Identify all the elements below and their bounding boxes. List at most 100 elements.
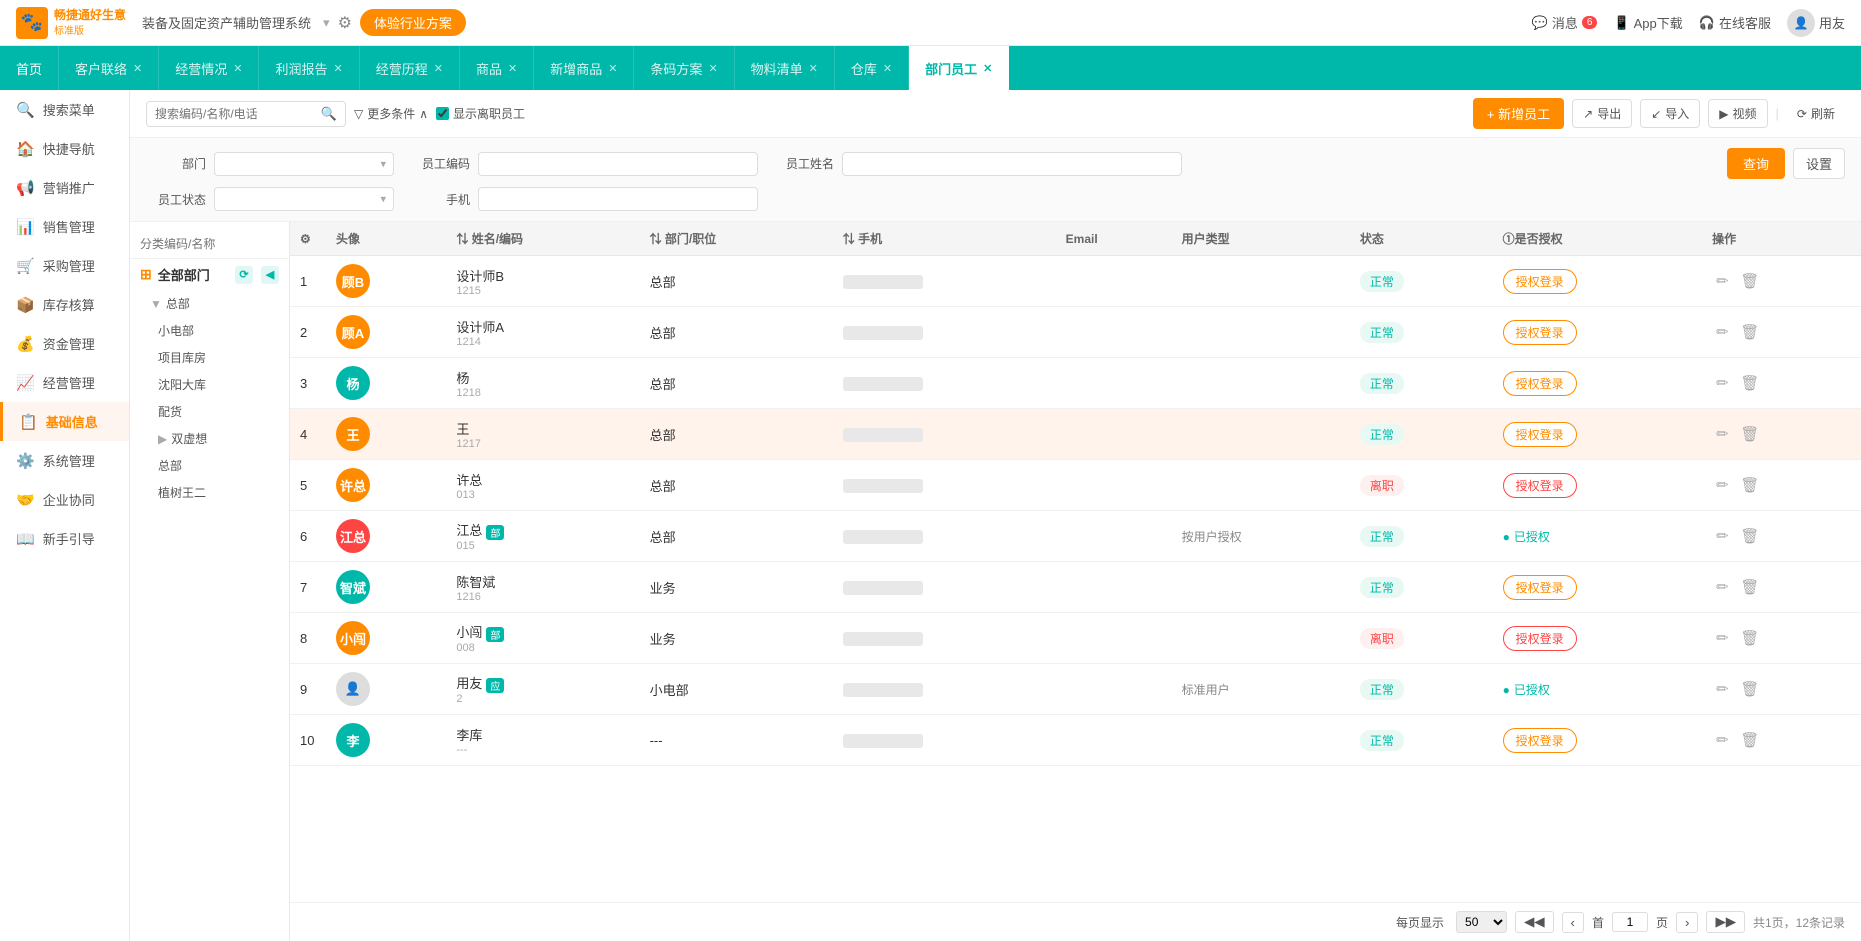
edit-button[interactable]: ✏ xyxy=(1712,729,1733,751)
sidebar-item-finance[interactable]: 💰 资金管理 xyxy=(0,324,129,363)
next-page-button[interactable]: › xyxy=(1676,912,1698,933)
td-auth[interactable]: 授权登录 xyxy=(1493,307,1703,358)
tab-operation[interactable]: 经营情况 ✕ xyxy=(159,46,259,90)
delete-button[interactable]: 🗑 xyxy=(1736,321,1763,343)
tab-addgoods-close[interactable]: ✕ xyxy=(608,62,617,75)
service-item[interactable]: 🎧 在线客服 xyxy=(1699,13,1771,32)
edit-button[interactable]: ✏ xyxy=(1712,678,1733,700)
dept-item-shenyang[interactable]: 沈阳大库 xyxy=(130,371,289,398)
th-name[interactable]: ⇅ 姓名/编码 xyxy=(446,222,639,256)
tab-profit-close[interactable]: ✕ xyxy=(334,62,343,75)
edit-button[interactable]: ✏ xyxy=(1712,321,1733,343)
th-settings[interactable]: ⚙ xyxy=(290,222,326,256)
sidebar-item-nav[interactable]: 🏠 快捷导航 xyxy=(0,129,129,168)
import-button[interactable]: ↙ 导入 xyxy=(1640,99,1700,128)
delete-button[interactable]: 🗑 xyxy=(1736,627,1763,649)
add-employee-button[interactable]: + 新增员工 xyxy=(1473,98,1564,129)
td-auth[interactable]: 授权登录 xyxy=(1493,460,1703,511)
sidebar-item-guide[interactable]: 📖 新手引导 xyxy=(0,519,129,558)
tab-goods[interactable]: 商品 ✕ xyxy=(460,46,534,90)
tab-profit[interactable]: 利润报告 ✕ xyxy=(259,46,359,90)
sidebar-item-inventory[interactable]: 📦 库存核算 xyxy=(0,285,129,324)
td-auth[interactable]: 授权登录 xyxy=(1493,715,1703,766)
dept-arrow-btn[interactable]: ◀ xyxy=(261,266,279,284)
sidebar-item-system[interactable]: ⚙️ 系统管理 xyxy=(0,441,129,480)
set-button[interactable]: 设置 xyxy=(1793,148,1845,179)
sidebar-item-basic[interactable]: 📋 基础信息 xyxy=(0,402,129,441)
td-auth[interactable]: 授权登录 xyxy=(1493,613,1703,664)
tab-barcode[interactable]: 条码方案 ✕ xyxy=(634,46,734,90)
edit-button[interactable]: ✏ xyxy=(1712,627,1733,649)
delete-button[interactable]: 🗑 xyxy=(1736,576,1763,598)
search-input[interactable] xyxy=(155,107,317,121)
sidebar-item-sales[interactable]: 📊 销售管理 xyxy=(0,207,129,246)
dept-item-planting[interactable]: 植树王二 xyxy=(130,479,289,506)
tab-addgoods[interactable]: 新增商品 ✕ xyxy=(534,46,634,90)
show-resigned-checkbox[interactable] xyxy=(436,107,449,120)
auth-btn[interactable]: 授权登录 xyxy=(1503,269,1577,294)
auth-btn[interactable]: 授权登录 xyxy=(1503,422,1577,447)
th-dept[interactable]: ⇅ 部门/职位 xyxy=(640,222,833,256)
auth-btn[interactable]: 授权登录 xyxy=(1503,320,1577,345)
td-auth[interactable]: 授权登录 xyxy=(1493,562,1703,613)
td-auth[interactable]: 已授权 xyxy=(1493,664,1703,715)
sidebar-item-search[interactable]: 🔍 搜索菜单 xyxy=(0,90,129,129)
tab-bom-close[interactable]: ✕ xyxy=(809,62,818,75)
edit-button[interactable]: ✏ xyxy=(1712,270,1733,292)
emp-name-input[interactable] xyxy=(842,152,1182,176)
edit-button[interactable]: ✏ xyxy=(1712,576,1733,598)
more-filter-btn[interactable]: ▽ 更多条件 ∧ xyxy=(354,105,428,122)
th-phone[interactable]: ⇅ 手机 xyxy=(833,222,1056,256)
sidebar-item-marketing[interactable]: 📢 营销推广 xyxy=(0,168,129,207)
user-item[interactable]: 👤 用友 xyxy=(1787,9,1845,37)
auth-btn[interactable]: 授权登录 xyxy=(1503,575,1577,600)
app-download-item[interactable]: 📱 App下载 xyxy=(1613,13,1682,32)
auth-btn[interactable]: 授权登录 xyxy=(1503,371,1577,396)
search-box[interactable]: 🔍 xyxy=(146,101,346,127)
td-auth[interactable]: 授权登录 xyxy=(1493,409,1703,460)
dept-collapse-btn[interactable]: ⟳ xyxy=(235,266,253,284)
delete-button[interactable]: 🗑 xyxy=(1736,729,1763,751)
tab-history[interactable]: 经营历程 ✕ xyxy=(360,46,460,90)
tab-customer-close[interactable]: ✕ xyxy=(133,62,142,75)
sidebar-item-business[interactable]: 📈 经营管理 xyxy=(0,363,129,402)
edit-button[interactable]: ✏ xyxy=(1712,525,1733,547)
tab-barcode-close[interactable]: ✕ xyxy=(708,62,717,75)
show-resigned-label[interactable]: 显示离职员工 xyxy=(436,105,525,122)
message-item[interactable]: 💬 消息 6 xyxy=(1532,13,1598,32)
dept-item-zongbu[interactable]: ▼ 总部 xyxy=(130,290,289,317)
dept-header[interactable]: ⊞ 全部部门 ⟳ ◀ xyxy=(130,259,289,290)
delete-button[interactable]: 🗑 xyxy=(1736,525,1763,547)
sidebar-item-collab[interactable]: 🤝 企业协同 xyxy=(0,480,129,519)
tab-employee-close[interactable]: ✕ xyxy=(983,62,992,75)
settings-button[interactable]: ⚙ xyxy=(338,13,352,33)
refresh-button[interactable]: ⟳ 刷新 xyxy=(1787,100,1845,127)
edit-button[interactable]: ✏ xyxy=(1712,474,1733,496)
delete-button[interactable]: 🗑 xyxy=(1736,372,1763,394)
tab-warehouse[interactable]: 仓库 ✕ xyxy=(835,46,909,90)
search-icon-btn[interactable]: 🔍 xyxy=(321,106,337,122)
dept-search-input[interactable] xyxy=(140,237,290,251)
prev-page-button[interactable]: ‹ xyxy=(1562,912,1584,933)
auth-btn[interactable]: 授权登录 xyxy=(1503,728,1577,753)
auth-btn[interactable]: 授权登录 xyxy=(1503,473,1577,498)
tab-home[interactable]: 首页 xyxy=(0,46,59,90)
dept-item-zongbu2[interactable]: 总部 xyxy=(130,452,289,479)
tab-warehouse-close[interactable]: ✕ xyxy=(883,62,892,75)
dept-item-xiaodiandept[interactable]: 小电部 xyxy=(130,317,289,344)
tab-history-close[interactable]: ✕ xyxy=(434,62,443,75)
first-page-button[interactable]: ◀◀ xyxy=(1515,911,1554,933)
trial-button[interactable]: 体验行业方案 xyxy=(360,9,466,36)
dept-select[interactable] xyxy=(214,152,394,176)
delete-button[interactable]: 🗑 xyxy=(1736,270,1763,292)
per-page-select[interactable]: 50 20 100 xyxy=(1456,911,1507,933)
emp-status-select[interactable] xyxy=(214,187,394,211)
delete-button[interactable]: 🗑 xyxy=(1736,678,1763,700)
last-page-button[interactable]: ▶▶ xyxy=(1706,911,1745,933)
td-auth[interactable]: 授权登录 xyxy=(1493,358,1703,409)
edit-button[interactable]: ✏ xyxy=(1712,372,1733,394)
emp-code-input[interactable] xyxy=(478,152,758,176)
edit-button[interactable]: ✏ xyxy=(1712,423,1733,445)
td-auth[interactable]: 已授权 xyxy=(1493,511,1703,562)
export-button[interactable]: ↗ 导出 xyxy=(1572,99,1632,128)
